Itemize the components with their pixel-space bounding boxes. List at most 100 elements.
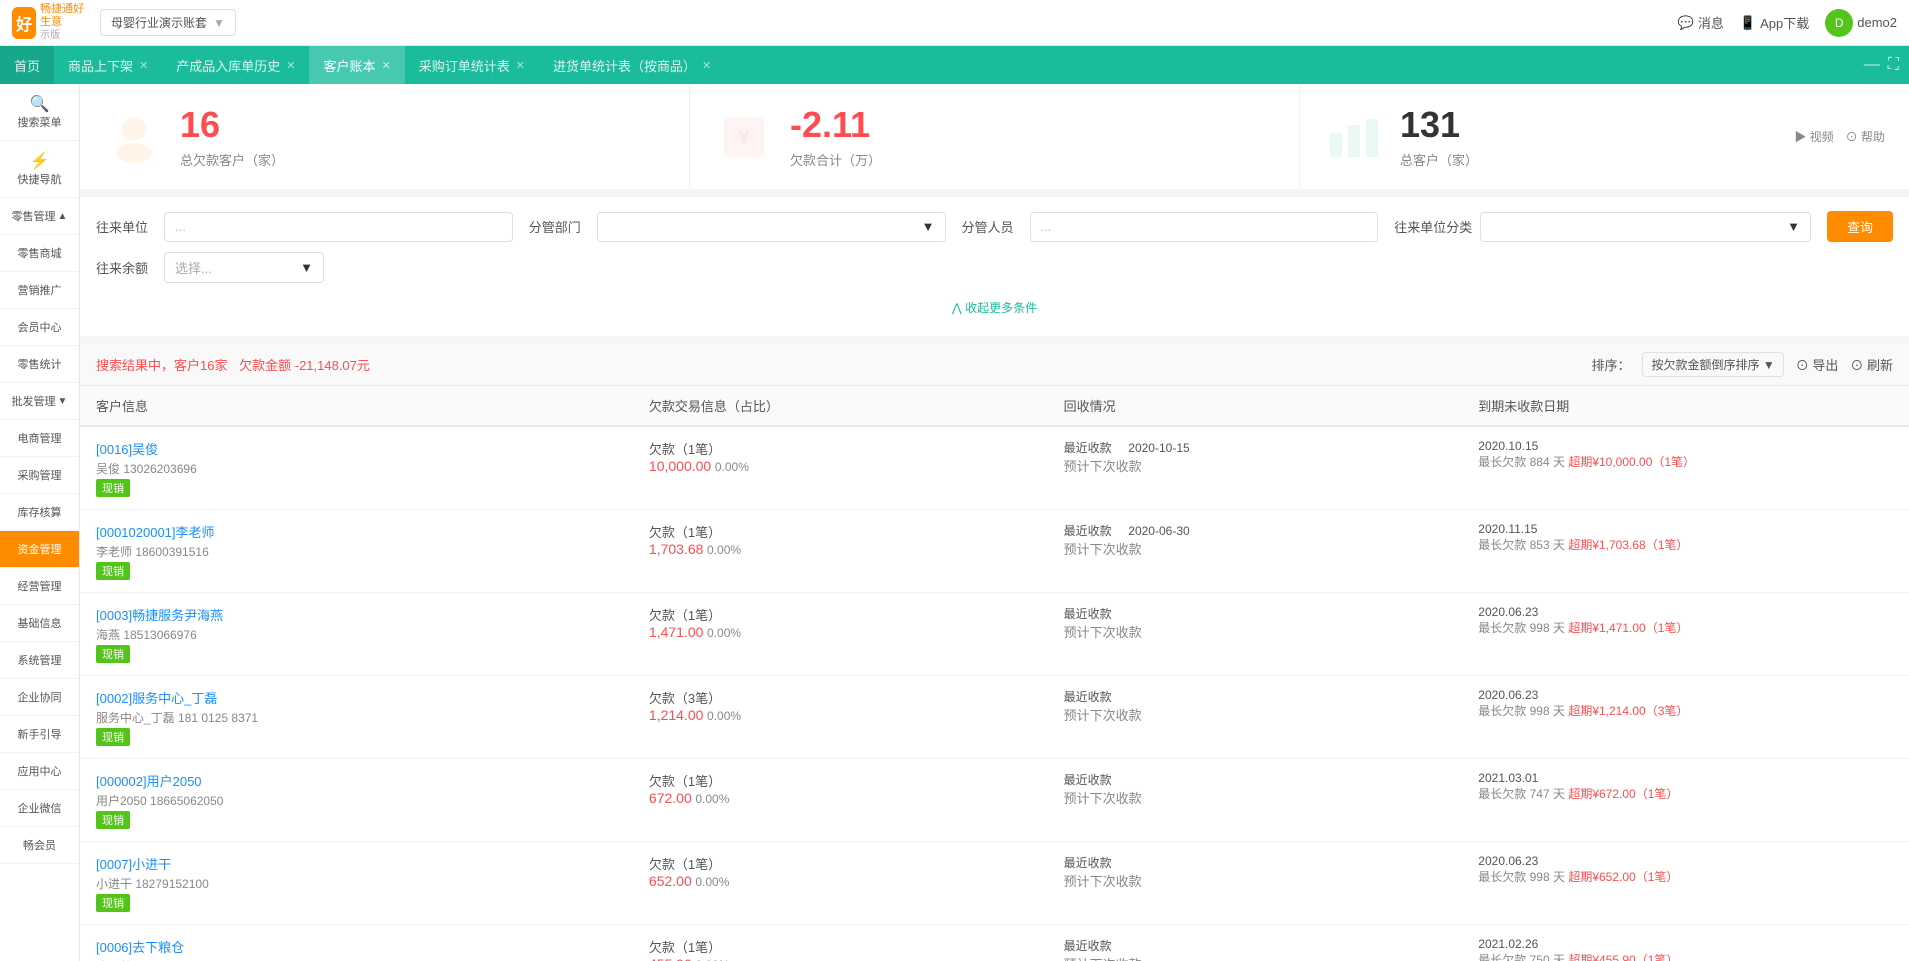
user-avatar[interactable]: D demo2 [1825, 9, 1897, 37]
tab-purchase-order[interactable]: 采购订单统计表 ✕ [405, 46, 539, 84]
close-products-off-icon[interactable]: ✕ [139, 59, 148, 72]
sidebar-item-enterprise-collab[interactable]: 企业协同 [0, 679, 79, 716]
logo-area: 好 畅捷通好生意示版 [12, 3, 90, 43]
close-customer-account-icon[interactable]: ✕ [382, 59, 391, 72]
stat-info-debt-customers: 16 总欠款客户（家） [180, 104, 284, 169]
overdue-days: 最长欠款 998 天 超期¥1,471.00（1笔） [1478, 619, 1893, 636]
header-collection: 回收情况 [1064, 396, 1479, 415]
sidebar-item-ops-mgmt[interactable]: 经营管理 [0, 568, 79, 605]
customer-info-cell: [000002]用户2050 用户2050 18665062050 现销 [96, 771, 649, 829]
debt-info-cell: 欠款（1笔） 1,471.00 0.00% [649, 605, 1064, 640]
customer-name-link[interactable]: [0002]服务中心_丁磊 [96, 688, 649, 707]
tab-products-off[interactable]: 商品上下架 ✕ [54, 46, 162, 84]
manager-label: 分管人员 [962, 217, 1022, 236]
message-button[interactable]: 💬 消息 [1678, 13, 1724, 32]
unit-category-select[interactable]: ▼ [1480, 212, 1811, 242]
sidebar-item-app-center[interactable]: 应用中心 [0, 753, 79, 790]
overdue-amount-link[interactable]: 超期¥455.90（1笔） [1568, 953, 1678, 961]
table-container: 客户信息 欠款交易信息（占比） 回收情况 到期未收款日期 [0016]吴俊 吴俊… [80, 386, 1909, 961]
from-unit-label: 往来单位 [96, 217, 156, 236]
close-product-history-icon[interactable]: ✕ [286, 59, 295, 72]
close-stock-statistics-icon[interactable]: ✕ [702, 59, 711, 72]
debt-count: 欠款（1笔） [649, 937, 1064, 956]
customer-info-cell: [0016]吴俊 吴俊 13026203696 现销 [96, 439, 649, 497]
help-icon: ⊙ 帮助 [1846, 128, 1885, 145]
sidebar-item-batch-mgmt[interactable]: 批发管理 ▼ [0, 383, 79, 420]
overdue-amount-link[interactable]: 超期¥1,703.68（1笔） [1568, 538, 1688, 552]
collection-cell: 最近收款 预计下次收款 [1064, 688, 1479, 724]
debt-count: 欠款（1笔） [649, 439, 1064, 458]
tab-home[interactable]: 首页 [0, 46, 54, 84]
next-collection: 预计下次收款 [1064, 622, 1479, 641]
dept-select[interactable]: ▼ [597, 212, 946, 242]
customer-name-link[interactable]: [0003]畅捷服务尹海燕 [96, 605, 649, 624]
overdue-amount-link[interactable]: 超期¥10,000.00（1笔） [1568, 455, 1695, 469]
sidebar-item-member-center[interactable]: 会员中心 [0, 309, 79, 346]
sidebar-item-new-guide[interactable]: 新手引导 [0, 716, 79, 753]
tab-customer-account[interactable]: 客户账本 ✕ [309, 46, 404, 84]
sidebar-item-capital-mgmt[interactable]: 资金管理 [0, 531, 79, 568]
customer-name-link[interactable]: [0001020001]李老师 [96, 522, 649, 541]
sidebar-item-quick-nav[interactable]: ⚡ 快捷导航 [0, 141, 79, 198]
overdue-days: 最长欠款 998 天 超期¥1,214.00（3笔） [1478, 702, 1893, 719]
refresh-button[interactable]: ⊙ 刷新 [1850, 355, 1893, 374]
sidebar-item-search-menu[interactable]: 🔍 搜索菜单 [0, 84, 79, 141]
sidebar-item-retail-stats[interactable]: 零售统计 [0, 346, 79, 383]
customer-name-link[interactable]: [0016]吴俊 [96, 439, 649, 458]
tab-product-history[interactable]: 产成品入库单历史 ✕ [162, 46, 309, 84]
tab-stock-statistics[interactable]: 进货单统计表（按商品） ✕ [539, 46, 725, 84]
due-date-cell: 2020.06.23 最长欠款 998 天 超期¥1,214.00（3笔） [1478, 688, 1893, 719]
collapse-arrow-icon: ⋀ [952, 301, 965, 315]
export-button[interactable]: ⊙ 导出 [1796, 355, 1839, 374]
overdue-days: 最长欠款 750 天 超期¥455.90（1笔） [1478, 951, 1893, 961]
debt-customers-number: 16 [180, 104, 284, 146]
sort-select[interactable]: 按欠款金额倒序排序 ▼ [1642, 352, 1783, 377]
tab-home-label: 首页 [14, 56, 40, 75]
sidebar-item-retail-mgmt[interactable]: 零售管理 ▲ [0, 198, 79, 235]
manager-input[interactable]: ... [1030, 212, 1379, 242]
sidebar-item-retail-mall[interactable]: 零售商城 [0, 235, 79, 272]
customer-name-link[interactable]: [0006]去下粮仓 [96, 937, 649, 956]
balance-select[interactable]: 选择... ▼ [164, 252, 324, 283]
stat-card-debt-customers: 16 总欠款客户（家） [80, 84, 690, 189]
debt-amount: 10,000.00 [649, 458, 711, 474]
sidebar-item-purchase-mgmt[interactable]: 采购管理 [0, 457, 79, 494]
collection-cell: 最近收款 预计下次收款 [1064, 771, 1479, 807]
query-button[interactable]: 查询 [1827, 211, 1893, 242]
sidebar-item-system-mgmt[interactable]: 系统管理 [0, 642, 79, 679]
sidebar-item-enterprise-wechat[interactable]: 企业微信 [0, 790, 79, 827]
sidebar-item-free-member[interactable]: 畅会员 [0, 827, 79, 864]
customer-name-link[interactable]: [0007]小进干 [96, 854, 649, 873]
dept-label: 分管部门 [529, 217, 589, 236]
header-debt-info: 欠款交易信息（占比） [649, 396, 1064, 415]
overdue-amount-link[interactable]: 超期¥1,471.00（1笔） [1568, 621, 1688, 635]
sidebar-item-basic-info[interactable]: 基础信息 [0, 605, 79, 642]
company-selector[interactable]: 母婴行业演示账套 ▼ [100, 9, 236, 36]
collapse-bar[interactable]: ⋀ 收起更多条件 [96, 293, 1893, 322]
overdue-amount-link[interactable]: 超期¥672.00（1笔） [1568, 787, 1678, 801]
results-actions: 排序： 按欠款金额倒序排序 ▼ ⊙ 导出 ⊙ 刷新 [1591, 352, 1893, 377]
overdue-amount-link[interactable]: 超期¥652.00（1笔） [1568, 870, 1678, 884]
sidebar-item-inventory[interactable]: 库存核算 [0, 494, 79, 531]
avatar: D [1825, 9, 1853, 37]
customer-contact: 服务中心_丁磊 181 0125 8371 [96, 709, 649, 726]
tab-products-off-label: 商品上下架 [68, 56, 133, 75]
due-date-cell: 2020.10.15 最长欠款 884 天 超期¥10,000.00（1笔） [1478, 439, 1893, 470]
search-result-text: 搜索结果中，客户 [96, 358, 200, 373]
from-unit-input[interactable]: ... [164, 212, 513, 242]
filter-balance: 往来余额 选择... ▼ [96, 252, 1893, 283]
last-collection: 最近收款 2020-10-15 [1064, 439, 1479, 456]
app-download-button[interactable]: 📱 App下载 [1740, 13, 1809, 32]
customer-contact: 海燕 18513066976 [96, 626, 649, 643]
maximize-icon[interactable]: ⛶ [1888, 56, 1899, 74]
customer-contact: 吴俊 13026203696 [96, 460, 649, 477]
header-due-date: 到期未收款日期 [1478, 396, 1893, 415]
close-purchase-order-icon[interactable]: ✕ [516, 59, 525, 72]
minimize-icon[interactable]: — [1864, 56, 1880, 74]
customer-name-link[interactable]: [000002]用户2050 [96, 771, 649, 790]
overdue-amount-link[interactable]: 超期¥1,214.00（3笔） [1568, 704, 1688, 718]
sidebar-item-ecommerce[interactable]: 电商管理 [0, 420, 79, 457]
message-icon: 💬 [1678, 15, 1694, 31]
customer-contact: 用户2050 18665062050 [96, 792, 649, 809]
sidebar-item-marketing[interactable]: 营销推广 [0, 272, 79, 309]
